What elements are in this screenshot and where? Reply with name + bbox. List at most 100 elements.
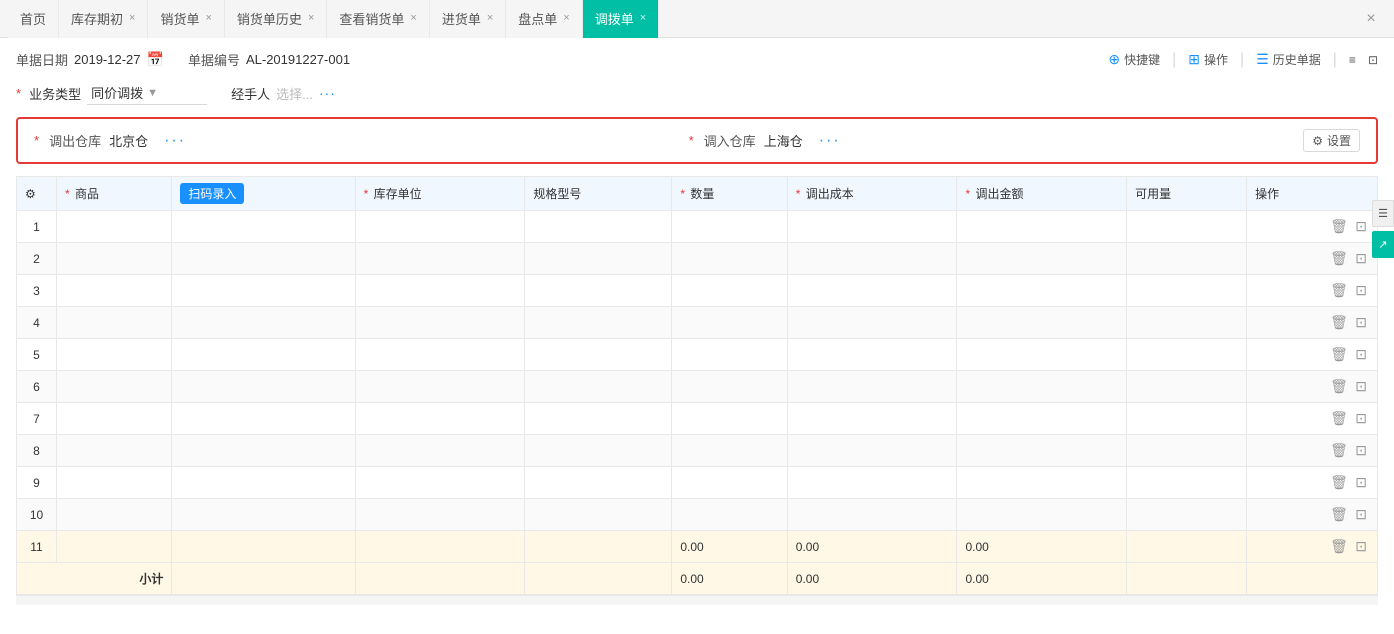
row-8-amount[interactable]: [957, 435, 1127, 467]
total-delete-btn[interactable]: 🗑: [1328, 536, 1350, 557]
tab-sales-history[interactable]: 销货单历史 ×: [225, 0, 327, 38]
shortcuts-action[interactable]: ⊕ 快捷键: [1108, 51, 1160, 68]
row-9-scan[interactable]: [172, 467, 355, 499]
row-2-product[interactable]: [57, 243, 172, 275]
row-4-available[interactable]: [1127, 307, 1247, 339]
tab-home[interactable]: 首页: [8, 0, 59, 38]
row-3-amount[interactable]: [957, 275, 1127, 307]
row-9-amount[interactable]: [957, 467, 1127, 499]
tab-view-sales[interactable]: 查看销货单 ×: [327, 0, 429, 38]
tab-sales-history-close[interactable]: ×: [308, 13, 314, 24]
row-7-product[interactable]: [57, 403, 172, 435]
window-close-button[interactable]: ×: [1356, 4, 1386, 34]
row-10-unit[interactable]: [355, 499, 525, 531]
tab-view-sales-close[interactable]: ×: [410, 13, 416, 24]
row-8-unit[interactable]: [355, 435, 525, 467]
tab-inventory-init[interactable]: 库存期初 ×: [59, 0, 148, 38]
row-9-qty[interactable]: [672, 467, 787, 499]
row-9-product[interactable]: [57, 467, 172, 499]
row-9-cost[interactable]: [787, 467, 957, 499]
row-5-amount[interactable]: [957, 339, 1127, 371]
row-3-unit[interactable]: [355, 275, 525, 307]
row-8-spec[interactable]: [525, 435, 672, 467]
row-5-product[interactable]: [57, 339, 172, 371]
row-2-spec[interactable]: [525, 243, 672, 275]
in-warehouse-dots[interactable]: ···: [819, 132, 841, 150]
row-10-product[interactable]: [57, 499, 172, 531]
row-3-spec[interactable]: [525, 275, 672, 307]
tab-inventory-count[interactable]: 盘点单 ×: [506, 0, 582, 38]
tab-purchase-order[interactable]: 进货单 ×: [430, 0, 506, 38]
row-1-available[interactable]: [1127, 211, 1247, 243]
handler-dots[interactable]: ···: [319, 85, 336, 101]
tab-purchase-order-close[interactable]: ×: [487, 13, 493, 24]
row-6-amount[interactable]: [957, 371, 1127, 403]
scan-barcode-button[interactable]: 扫码录入: [180, 183, 244, 204]
row-4-spec[interactable]: [525, 307, 672, 339]
row-1-delete-btn[interactable]: 🗑: [1328, 216, 1350, 237]
row-10-available[interactable]: [1127, 499, 1247, 531]
row-5-unit[interactable]: [355, 339, 525, 371]
row-10-cost[interactable]: [787, 499, 957, 531]
row-1-product[interactable]: [57, 211, 172, 243]
row-6-spec[interactable]: [525, 371, 672, 403]
tab-inventory-init-close[interactable]: ×: [129, 13, 135, 24]
row-7-cost[interactable]: [787, 403, 957, 435]
row-6-scan[interactable]: [172, 371, 355, 403]
tab-sales-order[interactable]: 销货单 ×: [148, 0, 224, 38]
row-1-spec[interactable]: [525, 211, 672, 243]
row-7-qty[interactable]: [672, 403, 787, 435]
settings-button[interactable]: ⚙ 设置: [1303, 129, 1360, 152]
row-9-delete-btn[interactable]: 🗑: [1328, 472, 1350, 493]
row-8-available[interactable]: [1127, 435, 1247, 467]
row-9-available[interactable]: [1127, 467, 1247, 499]
row-2-available[interactable]: [1127, 243, 1247, 275]
row-5-available[interactable]: [1127, 339, 1247, 371]
row-3-copy-btn[interactable]: ⊡: [1353, 280, 1369, 301]
right-panel-expand-btn[interactable]: ↗: [1372, 231, 1394, 258]
row-6-delete-btn[interactable]: 🗑: [1328, 376, 1350, 397]
row-6-copy-btn[interactable]: ⊡: [1353, 376, 1369, 397]
row-9-copy-btn[interactable]: ⊡: [1353, 472, 1369, 493]
calendar-icon[interactable]: 📅: [147, 51, 164, 68]
row-5-delete-btn[interactable]: 🗑: [1328, 344, 1350, 365]
row-10-scan[interactable]: [172, 499, 355, 531]
row-3-product[interactable]: [57, 275, 172, 307]
row-3-delete-btn[interactable]: 🗑: [1328, 280, 1350, 301]
row-7-spec[interactable]: [525, 403, 672, 435]
row-1-amount[interactable]: [957, 211, 1127, 243]
row-1-unit[interactable]: [355, 211, 525, 243]
row-2-qty[interactable]: [672, 243, 787, 275]
history-action[interactable]: ☰ 历史单据: [1256, 51, 1321, 68]
row-1-cost[interactable]: [787, 211, 957, 243]
row-9-spec[interactable]: [525, 467, 672, 499]
row-7-amount[interactable]: [957, 403, 1127, 435]
row-2-delete-btn[interactable]: 🗑: [1328, 248, 1350, 269]
row-8-copy-btn[interactable]: ⊡: [1353, 440, 1369, 461]
row-1-qty[interactable]: [672, 211, 787, 243]
tab-transfer-order[interactable]: 调拨单 ×: [583, 0, 659, 38]
tab-sales-order-close[interactable]: ×: [205, 13, 211, 24]
row-8-delete-btn[interactable]: 🗑: [1328, 440, 1350, 461]
row-4-cost[interactable]: [787, 307, 957, 339]
row-10-delete-btn[interactable]: 🗑: [1328, 504, 1350, 525]
col-gear[interactable]: ⚙: [17, 177, 57, 211]
row-7-available[interactable]: [1127, 403, 1247, 435]
row-5-copy-btn[interactable]: ⊡: [1353, 344, 1369, 365]
right-panel-list-btn[interactable]: ☰: [1372, 200, 1394, 227]
row-1-copy-btn[interactable]: ⊡: [1353, 216, 1369, 237]
row-9-unit[interactable]: [355, 467, 525, 499]
row-5-qty[interactable]: [672, 339, 787, 371]
row-6-product[interactable]: [57, 371, 172, 403]
row-3-available[interactable]: [1127, 275, 1247, 307]
bottom-scrollbar[interactable]: [16, 595, 1378, 605]
row-4-qty[interactable]: [672, 307, 787, 339]
row-2-cost[interactable]: [787, 243, 957, 275]
row-8-qty[interactable]: [672, 435, 787, 467]
tab-transfer-order-close[interactable]: ×: [640, 13, 646, 24]
col-scan[interactable]: 扫码录入: [172, 177, 355, 211]
total-copy-btn[interactable]: ⊡: [1353, 536, 1369, 557]
handler-placeholder[interactable]: 选择...: [276, 84, 313, 103]
row-6-qty[interactable]: [672, 371, 787, 403]
row-3-scan[interactable]: [172, 275, 355, 307]
